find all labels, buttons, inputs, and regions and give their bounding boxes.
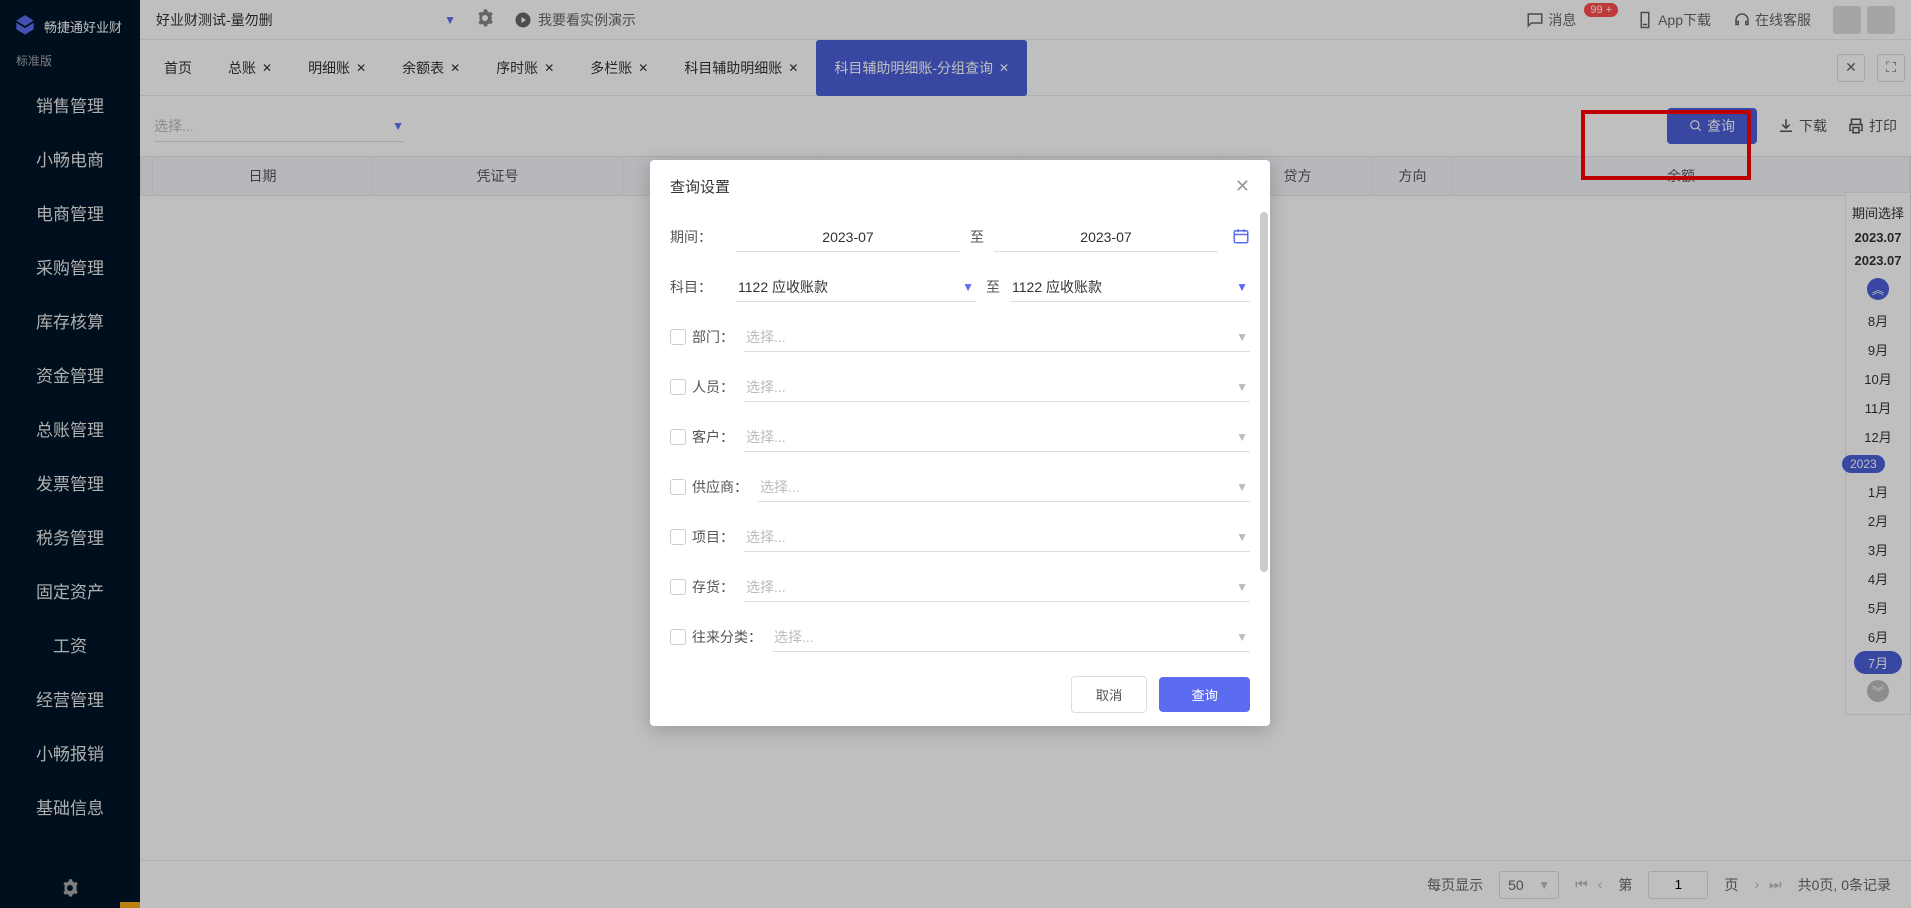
checkbox[interactable] [670, 579, 686, 595]
period-label: 期间： [670, 227, 726, 247]
modal-title: 查询设置 [670, 176, 730, 197]
subject-label: 科目： [670, 277, 726, 297]
period-row: 期间： 2023-07 至 2023-07 [670, 222, 1250, 252]
inventory-select[interactable]: 选择...▼ [744, 572, 1250, 602]
period-to-input[interactable]: 2023-07 [994, 222, 1218, 252]
subject-row: 科目： 1122 应收账款▼ 至 1122 应收账款▼ [670, 272, 1250, 302]
dept-select[interactable]: 选择...▼ [744, 322, 1250, 352]
customer-select[interactable]: 选择...▼ [744, 422, 1250, 452]
chevron-down-icon: ▼ [1236, 380, 1248, 394]
person-select[interactable]: 选择...▼ [744, 372, 1250, 402]
chevron-down-icon: ▼ [1236, 280, 1248, 294]
filter-row: 部门： 选择...▼ [670, 322, 1250, 352]
close-icon[interactable]: ✕ [1235, 176, 1250, 197]
filter-row: 往来分类： 选择...▼ [670, 622, 1250, 652]
filter-row: 项目： 选择...▼ [670, 522, 1250, 552]
calendar-icon[interactable] [1232, 227, 1250, 248]
filter-row: 人员： 选择...▼ [670, 372, 1250, 402]
cancel-button[interactable]: 取消 [1071, 676, 1148, 713]
to-label: 至 [970, 227, 984, 247]
chevron-down-icon: ▼ [1236, 530, 1248, 544]
chevron-down-icon: ▼ [1236, 630, 1248, 644]
category-select[interactable]: 选择...▼ [772, 622, 1250, 652]
filter-row: 存货： 选择...▼ [670, 572, 1250, 602]
checkbox[interactable] [670, 629, 686, 645]
chevron-down-icon: ▼ [1236, 430, 1248, 444]
checkbox[interactable] [670, 479, 686, 495]
submit-button[interactable]: 查询 [1159, 677, 1250, 712]
subject-to-select[interactable]: 1122 应收账款▼ [1010, 272, 1250, 302]
filter-row: 供应商： 选择...▼ [670, 472, 1250, 502]
modal-footer: 取消 查询 [650, 662, 1270, 726]
modal-body: 期间： 2023-07 至 2023-07 科目： 1122 应收账款▼ 至 1… [650, 212, 1270, 662]
scrollbar[interactable] [1260, 212, 1268, 662]
project-select[interactable]: 选择...▼ [744, 522, 1250, 552]
chevron-down-icon: ▼ [962, 280, 974, 294]
chevron-down-icon: ▼ [1236, 330, 1248, 344]
checkbox[interactable] [670, 379, 686, 395]
checkbox[interactable] [670, 529, 686, 545]
period-from-input[interactable]: 2023-07 [736, 222, 960, 252]
filter-row: 客户： 选择...▼ [670, 422, 1250, 452]
checkbox[interactable] [670, 429, 686, 445]
chevron-down-icon: ▼ [1236, 580, 1248, 594]
checkbox[interactable] [670, 329, 686, 345]
chevron-down-icon: ▼ [1236, 480, 1248, 494]
modal-header: 查询设置 ✕ [650, 160, 1270, 212]
query-settings-modal: 查询设置 ✕ 期间： 2023-07 至 2023-07 科目： 1122 应收… [650, 160, 1270, 726]
subject-from-select[interactable]: 1122 应收账款▼ [736, 272, 976, 302]
supplier-select[interactable]: 选择...▼ [758, 472, 1250, 502]
